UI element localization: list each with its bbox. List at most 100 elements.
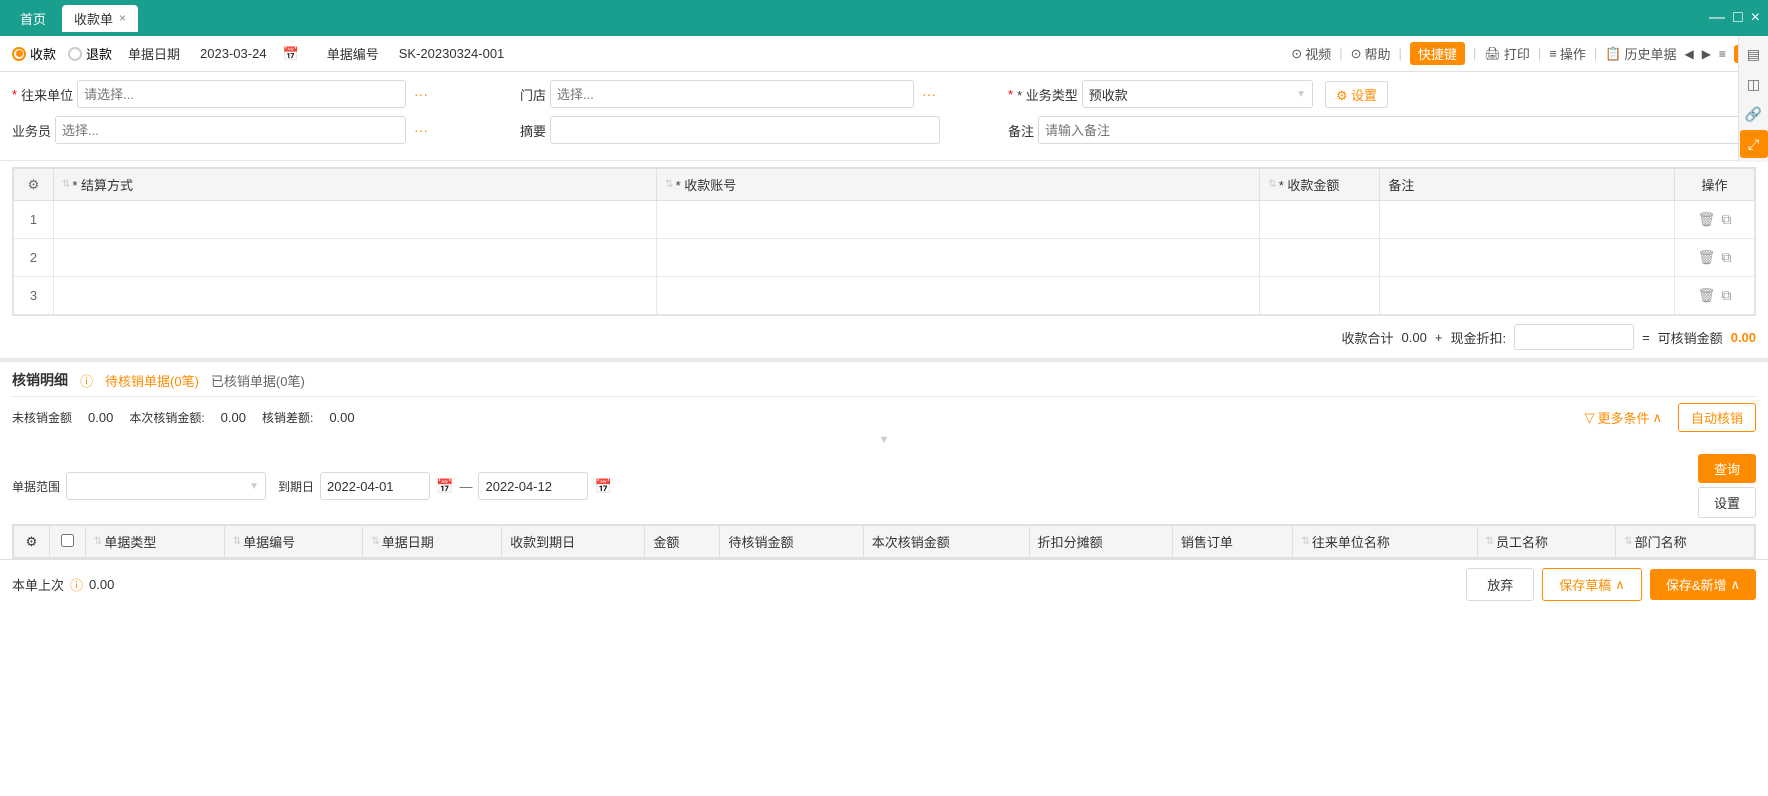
business-type-select[interactable]: 预收款 ▼ (1082, 80, 1313, 108)
tab-receipt[interactable]: 收款单 × (62, 5, 138, 32)
form-area: * 往来单位 ··· 门店 ··· * * 业务类型 预收款 ▼ (0, 72, 1768, 161)
tab-close-icon[interactable]: × (119, 11, 126, 25)
nav-next[interactable]: ▶ (1702, 47, 1711, 61)
settings-query-button[interactable]: 设置 (1698, 487, 1756, 518)
info-help-icon[interactable]: ⓘ (70, 575, 83, 594)
close-button[interactable]: × (1751, 9, 1760, 27)
select-all-checkbox[interactable] (61, 534, 74, 547)
radio-refund[interactable]: 退款 (68, 44, 112, 63)
auto-verify-button[interactable]: 自动核销 (1678, 403, 1756, 432)
business-type-value: 预收款 (1089, 85, 1128, 104)
bottom-table-settings-icon[interactable]: ⚙ (26, 534, 38, 549)
info-icon[interactable]: ⓘ (80, 371, 93, 390)
done-tab[interactable]: 已核销单据(0笔) (211, 371, 305, 390)
copy-icon-2[interactable]: ⧉ (1721, 249, 1731, 266)
right-panel-icon-1[interactable]: ▤ (1740, 40, 1768, 68)
table-settings-icon[interactable]: ⚙ (28, 177, 40, 192)
verification-title: 核销明细 (12, 370, 68, 390)
store-input[interactable] (550, 80, 914, 108)
staff-more-btn[interactable]: ··· (410, 122, 432, 138)
due-label: 到期日 (278, 478, 314, 495)
right-panel: ▤ ◫ 🔗 ⤢ (1738, 36, 1768, 162)
summary-label: 摘要 (520, 121, 546, 140)
save-new-button[interactable]: 保存&新增 ∧ (1650, 569, 1756, 600)
date-from-input[interactable] (320, 472, 430, 500)
delete-icon-3[interactable]: 🗑 (1698, 287, 1716, 304)
account-cell-3[interactable] (657, 277, 1260, 315)
shortcut-action[interactable]: 快捷键 (1410, 42, 1465, 65)
discount-input[interactable] (1514, 324, 1634, 350)
copy-icon-1[interactable]: ⧉ (1721, 211, 1731, 228)
range-select[interactable]: ▼ (66, 472, 266, 500)
store-more-btn[interactable]: ··· (918, 86, 940, 102)
store-label: 门店 (520, 85, 546, 104)
filter-icon: ▽ (1584, 410, 1594, 426)
partner-input[interactable] (77, 80, 406, 108)
print-action[interactable]: 🖨 打印 (1484, 44, 1530, 63)
settlement-cell-3[interactable] (54, 277, 657, 315)
sort-icon-dept[interactable]: ⇅ (1624, 536, 1632, 547)
cal-icon-from[interactable]: 📅 (436, 478, 453, 495)
delete-icon-2[interactable]: 🗑 (1698, 249, 1716, 266)
amount-cell-2[interactable] (1260, 239, 1380, 277)
remarks-cell-2[interactable] (1380, 239, 1675, 277)
cal-icon-to[interactable]: 📅 (594, 478, 611, 495)
remarks-label: 备注 (1008, 121, 1034, 140)
amount-cell-1[interactable] (1260, 201, 1380, 239)
sort-icon3[interactable]: ⇅ (1268, 179, 1276, 190)
remarks-cell-3[interactable] (1380, 277, 1675, 315)
settlement-cell-2[interactable] (54, 239, 657, 277)
range-label: 单据范围 (12, 478, 60, 495)
account-cell-1[interactable] (657, 201, 1260, 239)
radio-receipt[interactable]: 收款 (12, 44, 56, 63)
current-label: 本次核销金额: (129, 409, 204, 426)
bottom-info: 本单上次 ⓘ 0.00 (12, 575, 114, 594)
settlement-cell-1[interactable] (54, 201, 657, 239)
partner-more-btn[interactable]: ··· (410, 86, 432, 102)
copy-icon-3[interactable]: ⧉ (1721, 287, 1731, 304)
video-icon: ⊙ (1291, 46, 1302, 62)
save-draft-button[interactable]: 保存草稿 ∧ (1542, 568, 1642, 601)
video-action[interactable]: ⊙ 视频 (1291, 44, 1331, 63)
diff-value: 0.00 (329, 410, 354, 425)
remarks-cell-1[interactable] (1380, 201, 1675, 239)
sort-icon-dt[interactable]: ⇅ (94, 536, 102, 547)
abandon-button[interactable]: 放弃 (1466, 568, 1534, 601)
date-to-input[interactable] (478, 472, 588, 500)
right-panel-icon-3[interactable]: 🔗 (1740, 100, 1768, 128)
available-label: 可核销金额 (1658, 328, 1723, 347)
delete-icon-1[interactable]: 🗑 (1698, 211, 1716, 228)
summary-input[interactable] (550, 116, 940, 144)
radio-refund-dot (68, 47, 82, 61)
more-conditions-btn[interactable]: ▽ 更多条件 ∧ (1584, 408, 1662, 427)
amount-cell-3[interactable] (1260, 277, 1380, 315)
account-cell-2[interactable] (657, 239, 1260, 277)
help-action[interactable]: ⊙ 帮助 (1351, 44, 1391, 63)
minimize-button[interactable]: — (1709, 9, 1725, 27)
calendar-icon[interactable]: 📅 (283, 46, 299, 62)
sort-icon[interactable]: ⇅ (62, 179, 70, 190)
sort-icon-dd[interactable]: ⇅ (371, 536, 379, 547)
sort-icon-pn[interactable]: ⇅ (1301, 536, 1309, 547)
sort-icon-sn[interactable]: ⇅ (1486, 536, 1494, 547)
filter-row: 单据范围 ▼ 到期日 📅 — 📅 (12, 448, 1756, 524)
history-action[interactable]: 📋 历史单据 (1605, 44, 1676, 63)
nav-prev[interactable]: ◀ (1684, 47, 1693, 61)
operate-action[interactable]: ≡ 操作 (1549, 44, 1586, 63)
sort-icon-dn[interactable]: ⇅ (233, 536, 241, 547)
settings-form-button[interactable]: ⚙ 设置 (1325, 81, 1388, 108)
maximize-button[interactable]: □ (1733, 9, 1743, 27)
right-panel-icon-4[interactable]: ⤢ (1740, 130, 1768, 158)
tab-home[interactable]: 首页 (8, 5, 58, 32)
sort-icon2[interactable]: ⇅ (665, 179, 673, 190)
remarks-input[interactable] (1038, 116, 1756, 144)
staff-input[interactable] (55, 116, 406, 144)
form-row-2: 业务员 ··· 摘要 备注 (12, 116, 1756, 144)
query-button[interactable]: 查询 (1698, 454, 1756, 483)
row-num-3: 3 (14, 277, 54, 315)
list-view-icon[interactable]: ≡ (1719, 47, 1726, 61)
pending-tab[interactable]: 待核销单据(0笔) (105, 371, 199, 390)
right-panel-icon-2[interactable]: ◫ (1740, 70, 1768, 98)
row-num-1: 1 (14, 201, 54, 239)
radio-receipt-label: 收款 (30, 44, 56, 63)
